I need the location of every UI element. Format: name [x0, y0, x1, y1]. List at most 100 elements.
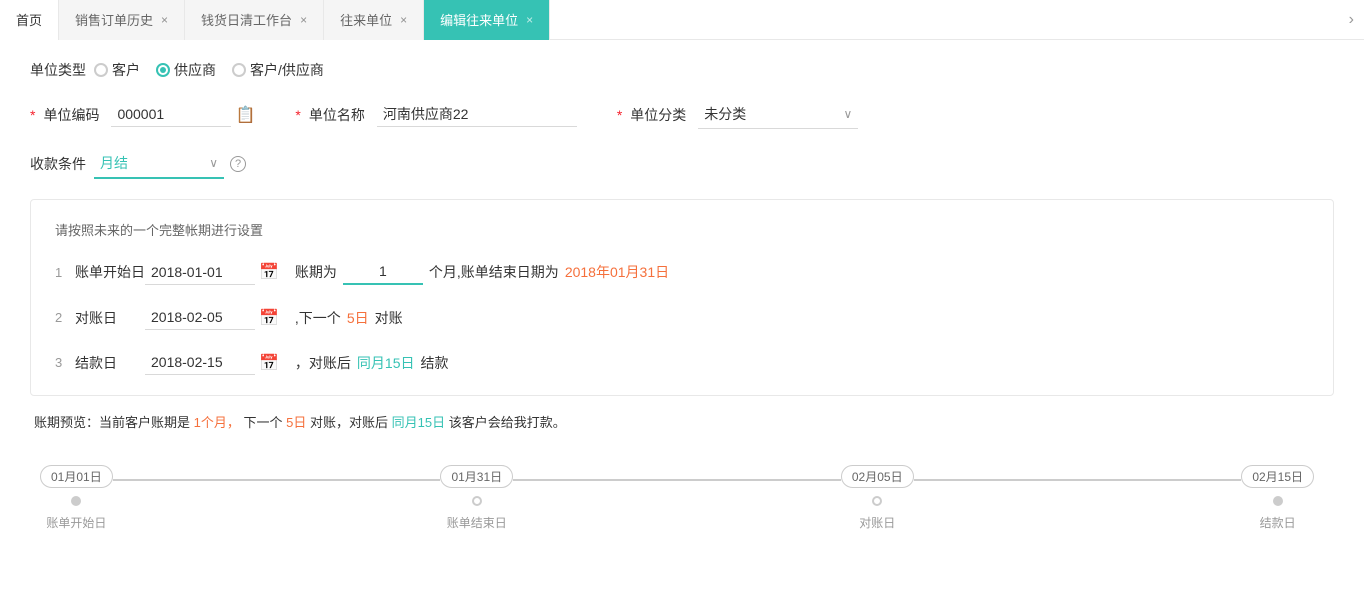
payment-terms-value: 月结: [100, 153, 128, 173]
radio-supplier[interactable]: 供应商: [156, 60, 216, 80]
timeline-point-2: 01月31日 账单结束日: [440, 465, 513, 531]
timeline-label-3: 对账日: [859, 514, 895, 531]
timeline-badge-4: 02月15日: [1241, 465, 1314, 488]
period-text-suffix-2: 对账: [375, 308, 403, 328]
tab-home-label: 首页: [16, 10, 42, 29]
preview-suffix: 该客户会给我打款。: [449, 415, 566, 430]
unit-category-select[interactable]: 未分类 ∨: [698, 100, 858, 129]
close-icon[interactable]: ×: [400, 13, 407, 27]
timeline-connector-2: [513, 479, 841, 481]
period-end-date: 2018年01月31日: [565, 262, 669, 282]
period-text-suffix-3: 结款: [421, 353, 449, 373]
timeline-point-1: 01月01日 账单开始日: [40, 465, 113, 531]
unit-type-label: 单位类型: [30, 60, 86, 80]
radio-customer[interactable]: 客户: [94, 60, 140, 80]
tab-cash-label: 钱货日清工作台: [201, 10, 292, 29]
preview-prefix: 账期预览：当前客户账期是: [34, 415, 190, 430]
timeline-items: 01月01日 账单开始日 01月31日 账单结束日 02月05日 对账日 02月…: [40, 465, 1314, 531]
period-payment-highlight: 同月15日: [357, 353, 415, 373]
period-calendar-1[interactable]: 📅: [259, 262, 279, 282]
timeline-dot-4: [1273, 496, 1283, 506]
timeline-point-4: 02月15日 结款日: [1241, 465, 1314, 531]
radio-circle-both: [232, 63, 246, 77]
help-icon[interactable]: ?: [230, 156, 246, 172]
dropdown-arrow-icon: ∨: [843, 107, 852, 121]
tabs-arrow[interactable]: ›: [1339, 11, 1364, 29]
payment-terms-label: 收款条件: [30, 154, 86, 174]
timeline-label-2: 账单结束日: [447, 514, 507, 531]
close-icon[interactable]: ×: [526, 13, 533, 27]
period-calendar-2[interactable]: 📅: [259, 308, 279, 328]
tab-sales-order-history[interactable]: 销售订单历史 ×: [59, 0, 185, 40]
period-row-2: 2 对账日 📅 ,下一个 5日 对账: [55, 305, 1309, 330]
period-recon-highlight: 5日: [347, 308, 369, 328]
timeline-label-4: 结款日: [1260, 514, 1296, 531]
period-months-input[interactable]: [343, 259, 423, 285]
close-icon[interactable]: ×: [300, 13, 307, 27]
timeline-dot-3: [872, 496, 882, 506]
tabs-bar: 首页 销售订单历史 × 钱货日清工作台 × 往来单位 × 编辑往来单位 × ›: [0, 0, 1364, 40]
required-star-cat: *: [617, 107, 622, 123]
required-star-name: *: [295, 107, 300, 123]
period-date-2[interactable]: [145, 305, 255, 330]
preview-middle: 下一个: [244, 415, 283, 430]
payment-terms-select[interactable]: 月结 ∨: [94, 149, 224, 179]
radio-circle-customer: [94, 63, 108, 77]
timeline-dot-2: [472, 496, 482, 506]
period-row-3: 3 结款日 📅 ，对账后 同月15日 结款: [55, 350, 1309, 375]
unit-code-group: * 单位编码 📋: [30, 102, 255, 127]
timeline-connector-1: [113, 479, 441, 481]
unit-details-row: * 单位编码 📋 * 单位名称 * 单位分类 未分类 ∨: [30, 100, 1334, 129]
preview-highlight2: 5日: [286, 415, 306, 430]
main-content: 单位类型 客户 供应商 客户/供应商 * 单位编码 📋 * 单位名称: [0, 40, 1364, 608]
timeline-badge-2: 01月31日: [440, 465, 513, 488]
tab-cash-ledger[interactable]: 钱货日清工作台 ×: [185, 0, 324, 40]
tab-edit-label: 编辑往来单位: [440, 10, 518, 29]
period-label-2: 对账日: [75, 308, 145, 328]
timeline-connector-3: [914, 479, 1242, 481]
tab-sales-label: 销售订单历史: [75, 10, 153, 29]
radio-circle-supplier: [156, 63, 170, 77]
radio-label-supplier: 供应商: [174, 60, 216, 80]
period-calendar-3[interactable]: 📅: [259, 353, 279, 373]
unit-code-input[interactable]: [111, 102, 231, 127]
period-text-prefix-3: ，对账后: [295, 353, 351, 373]
period-text-prefix-1: 账期为: [295, 262, 337, 282]
tab-edit-partner[interactable]: 编辑往来单位 ×: [424, 0, 550, 40]
timeline-badge-3: 02月05日: [841, 465, 914, 488]
tab-home[interactable]: 首页: [0, 0, 59, 40]
period-text-suffix-1: 个月,账单结束日期为: [429, 262, 559, 282]
calendar-icon[interactable]: 📋: [235, 105, 255, 125]
unit-type-row: 单位类型 客户 供应商 客户/供应商: [30, 60, 1334, 80]
unit-name-group: * 单位名称: [295, 102, 576, 127]
radio-label-customer: 客户: [112, 60, 140, 80]
timeline-container: 01月01日 账单开始日 01月31日 账单结束日 02月05日 对账日 02月…: [30, 455, 1334, 561]
period-label-1: 账单开始日: [75, 262, 145, 282]
tab-partner-label: 往来单位: [340, 10, 392, 29]
radio-both[interactable]: 客户/供应商: [232, 60, 324, 80]
unit-name-input[interactable]: [377, 102, 577, 127]
unit-category-label: 单位分类: [630, 105, 686, 125]
period-num-3: 3: [55, 355, 75, 370]
tab-partner-units[interactable]: 往来单位 ×: [324, 0, 424, 40]
unit-category-value: 未分类: [704, 104, 746, 124]
period-date-1[interactable]: [145, 260, 255, 285]
unit-category-group: * 单位分类 未分类 ∨: [617, 100, 858, 129]
preview-after: 对账，对账后: [310, 415, 388, 430]
period-settings-box: 请按照未来的一个完整帐期进行设置 1 账单开始日 📅 账期为 个月,账单结束日期…: [30, 199, 1334, 396]
unit-name-label: 单位名称: [309, 105, 365, 125]
timeline-badge-1: 01月01日: [40, 465, 113, 488]
period-label-3: 结款日: [75, 353, 145, 373]
period-date-3[interactable]: [145, 350, 255, 375]
timeline-label-1: 账单开始日: [46, 514, 106, 531]
period-text-prefix-2: ,下一个: [295, 308, 341, 328]
payment-terms-arrow-icon: ∨: [209, 156, 218, 170]
preview-section: 账期预览：当前客户账期是 1个月， 下一个 5日 对账，对账后 同月15日 该客…: [30, 412, 1334, 431]
payment-terms-row: 收款条件 月结 ∨ ?: [30, 149, 1334, 179]
close-icon[interactable]: ×: [161, 13, 168, 27]
timeline-point-3: 02月05日 对账日: [841, 465, 914, 531]
period-title: 请按照未来的一个完整帐期进行设置: [55, 220, 1309, 239]
period-num-2: 2: [55, 310, 75, 325]
unit-code-label: 单位编码: [43, 105, 99, 125]
preview-highlight3: 同月15日: [392, 415, 445, 430]
